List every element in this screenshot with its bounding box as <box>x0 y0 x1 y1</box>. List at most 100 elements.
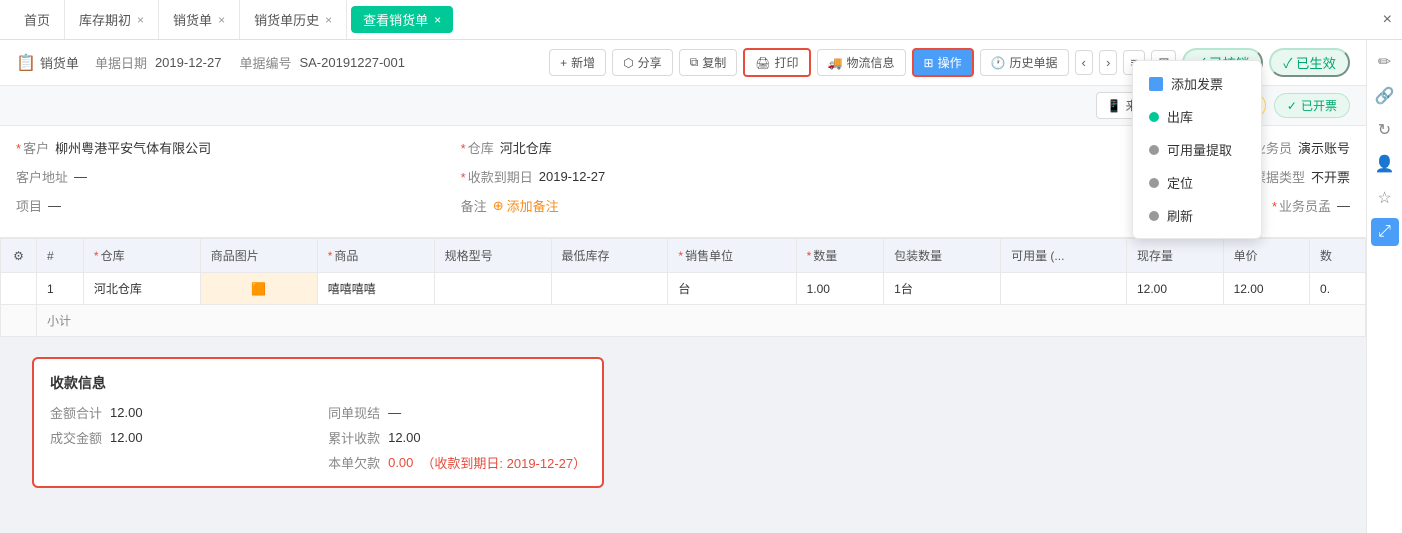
staff-value: 演示账号 <box>1298 138 1350 157</box>
sidebar-refresh-icon[interactable]: ↻ <box>1371 116 1399 144</box>
due-date-value: 2019-12-27 <box>539 169 606 184</box>
th-spec: 规格型号 <box>434 239 551 273</box>
payment-owed-row: 本单欠款 0.00 （收款到期日: 2019-12-27） <box>328 453 586 472</box>
tab-bar: 首页 库存期初 × 销货单 × 销货单历史 × 查看销货单 × × <box>0 0 1402 40</box>
tab-sales-order[interactable]: 销货单 × <box>159 0 240 39</box>
dropdown-add-invoice[interactable]: 添加发票 <box>1133 67 1261 100</box>
staff-field: 业务员 演示账号 <box>905 138 1350 157</box>
sales-staff-value: — <box>1337 198 1350 213</box>
logistics-button[interactable]: 🚚 物流信息 <box>817 49 906 76</box>
warehouse-field: 仓库 河北仓库 <box>461 138 906 157</box>
th-price: 单价 <box>1223 239 1309 273</box>
payment-received-value: 12.00 <box>388 430 421 445</box>
print-icon: 🖨 <box>755 56 770 70</box>
cell-spec <box>434 273 551 305</box>
tab-close-view-sales[interactable]: × <box>434 13 441 27</box>
cell-product: 嘻嘻嘻嘻 <box>317 273 434 305</box>
cell-min-stock <box>551 273 668 305</box>
outbound-icon <box>1149 112 1159 122</box>
payment-deal-label: 成交金额 <box>50 428 102 447</box>
sidebar-user-icon[interactable]: 👤 <box>1371 150 1399 178</box>
payment-deal-row: 成交金额 12.00 <box>50 428 308 447</box>
customer-field: 客户 柳州粤港平安气体有限公司 <box>16 138 461 157</box>
tab-inventory-init[interactable]: 库存期初 × <box>65 0 159 39</box>
invoiced-button[interactable]: ✓ 已开票 <box>1274 93 1350 118</box>
doc-type-icon: 📋 <box>16 53 36 73</box>
cell-stock: 12.00 <box>1127 273 1224 305</box>
copy-button[interactable]: ⧉ 复制 <box>679 49 738 76</box>
cell-image: 🟧 <box>200 273 317 305</box>
add-button[interactable]: + 新增 <box>549 49 606 76</box>
payment-received-row: 累计收款 12.00 <box>328 428 586 447</box>
nav-prev-button[interactable]: ‹ <box>1075 50 1093 75</box>
payment-owed-label: 本单欠款 <box>328 453 380 472</box>
logistics-icon: 🚚 <box>828 56 843 70</box>
payment-owed-suffix: （收款到期日: 2019-12-27） <box>421 453 586 472</box>
tab-home[interactable]: 首页 <box>10 0 65 39</box>
payment-total-value: 12.00 <box>110 405 143 420</box>
share-button[interactable]: ⬡ 分享 <box>612 49 673 76</box>
dropdown-refresh[interactable]: 刷新 <box>1133 199 1261 232</box>
print-button[interactable]: 🖨 打印 <box>743 48 810 77</box>
ticket-field: 票据类型 不开票 <box>905 167 1350 186</box>
history-button[interactable]: 🕐 历史单据 <box>980 49 1069 76</box>
cell-gear <box>1 273 37 305</box>
dropdown-outbound[interactable]: 出库 <box>1133 100 1261 133</box>
subtotal-label: 小计 <box>37 305 1366 337</box>
payment-owed-value: 0.00 <box>388 455 413 470</box>
window-close-icon[interactable]: × <box>1383 11 1392 29</box>
payment-settle-value: — <box>388 405 401 420</box>
dropdown-locate[interactable]: 定位 <box>1133 166 1261 199</box>
nav-next-button[interactable]: › <box>1099 50 1117 75</box>
warehouse-label: 仓库 <box>461 138 494 157</box>
tab-close-inventory-init[interactable]: × <box>137 13 144 27</box>
cell-price: 12.00 <box>1223 273 1309 305</box>
th-warehouse: *仓库 <box>83 239 200 273</box>
available-qty-icon <box>1149 145 1159 155</box>
tab-view-sales-order[interactable]: 查看销货单 × <box>351 6 453 33</box>
dropdown-available-qty[interactable]: 可用量提取 <box>1133 133 1261 166</box>
sidebar-link-icon[interactable]: 🔗 <box>1371 82 1399 110</box>
effective-badge: ✓ 已生效 <box>1269 48 1350 77</box>
customer-label: 客户 <box>16 138 49 157</box>
payment-total-label: 金额合计 <box>50 403 102 422</box>
th-stock: 现存量 <box>1127 239 1224 273</box>
phone-icon: 📱 <box>1107 99 1122 113</box>
warehouse-value: 河北仓库 <box>500 138 552 157</box>
cell-available <box>1001 273 1127 305</box>
cell-warehouse: 河北仓库 <box>83 273 200 305</box>
customer-value: 柳州粤港平安气体有限公司 <box>55 138 211 157</box>
operation-dropdown: 添加发票 出库 可用量提取 定位 刷新 <box>1132 60 1262 239</box>
th-gear[interactable]: ⚙ <box>1 239 37 273</box>
th-product: *商品 <box>317 239 434 273</box>
payment-settle-row: 同单现结 — <box>328 403 586 422</box>
sidebar-star-icon[interactable]: ☆ <box>1371 184 1399 212</box>
cell-amount: 0. <box>1310 273 1366 305</box>
add-note-button[interactable]: ⊕ 添加备注 <box>493 196 559 215</box>
locate-icon <box>1149 178 1159 188</box>
doc-meta: 单据日期 2019-12-27 单据编号 SA-20191227-001 <box>95 53 405 72</box>
th-pack-qty: 包装数量 <box>884 239 1001 273</box>
tab-close-sales-order[interactable]: × <box>218 13 225 27</box>
cell-qty: 1.00 <box>796 273 884 305</box>
ticket-value: 不开票 <box>1311 167 1350 186</box>
payment-deal-value: 12.00 <box>110 430 143 445</box>
project-value: — <box>48 198 61 213</box>
sidebar-edit-icon[interactable]: ✏ <box>1371 48 1399 76</box>
th-unit: *销售单位 <box>668 239 796 273</box>
sales-staff-field: 业务员孟 — <box>905 196 1350 215</box>
sidebar-expand-icon[interactable]: ⤢ <box>1371 218 1399 246</box>
cell-num: 1 <box>37 273 84 305</box>
th-amount: 数 <box>1310 239 1366 273</box>
tab-close-sales-history[interactable]: × <box>325 13 332 27</box>
payment-section: 收款信息 金额合计 12.00 同单现结 — 成交金额 12.00 <box>32 357 604 488</box>
address-value: — <box>74 169 87 184</box>
operation-icon: ⊞ <box>924 56 934 70</box>
th-image: 商品图片 <box>200 239 317 273</box>
doc-type: 📋 销货单 <box>16 53 79 73</box>
right-sidebar: ✏ 🔗 ↻ 👤 ☆ ⤢ <box>1366 40 1402 533</box>
tab-sales-history[interactable]: 销货单历史 × <box>240 0 347 39</box>
address-field: 客户地址 — <box>16 167 461 186</box>
cell-unit: 台 <box>668 273 796 305</box>
operation-button[interactable]: ⊞ 操作 <box>912 48 974 77</box>
